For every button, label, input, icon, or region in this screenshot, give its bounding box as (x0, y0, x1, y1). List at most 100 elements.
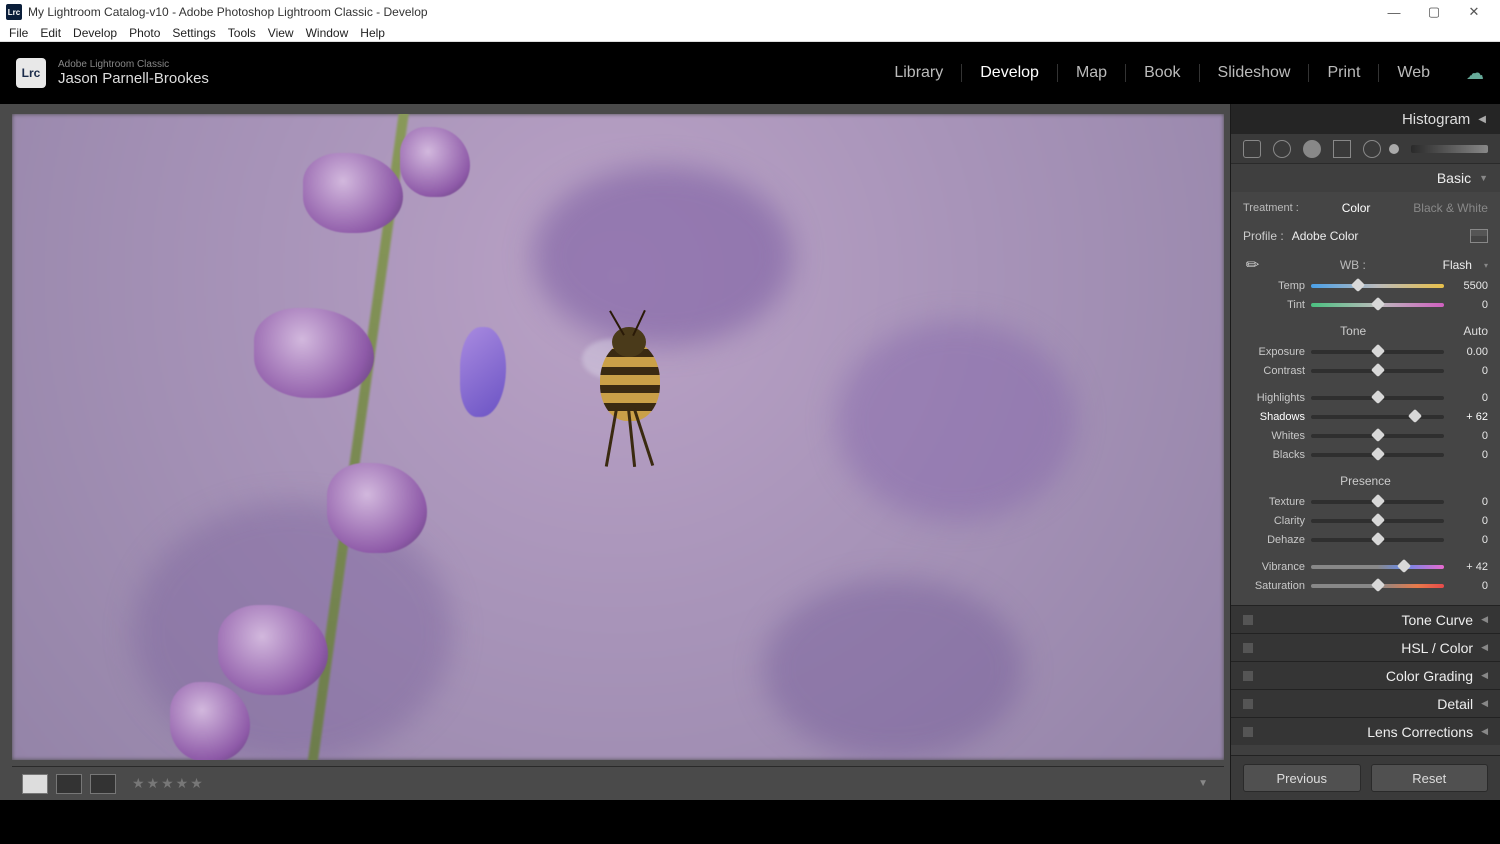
tint-slider[interactable]: Tint 0 (1243, 295, 1488, 314)
minimize-button[interactable]: — (1374, 5, 1414, 20)
treatment-label: Treatment : (1243, 202, 1299, 214)
radial-filter-tool-icon[interactable] (1363, 140, 1381, 158)
module-map[interactable]: Map (1058, 64, 1126, 82)
module-web[interactable]: Web (1379, 64, 1448, 82)
menu-tools[interactable]: Tools (223, 26, 261, 40)
window-titlebar: Lrc My Lightroom Catalog-v10 - Adobe Pho… (0, 0, 1500, 24)
canvas-area: ★★★★★ ▼ (0, 104, 1230, 800)
color-grading-label: Color Grading (1386, 668, 1473, 684)
saturation-slider[interactable]: Saturation 0 (1243, 576, 1488, 595)
survey-view-button[interactable] (90, 774, 116, 794)
exposure-value[interactable]: 0.00 (1450, 346, 1488, 358)
menu-window[interactable]: Window (301, 26, 354, 40)
graduated-filter-tool-icon[interactable] (1333, 140, 1351, 158)
chevron-left-icon: ◀ (1481, 642, 1488, 653)
crop-tool-icon[interactable] (1243, 140, 1261, 158)
rating-stars[interactable]: ★★★★★ (132, 775, 205, 792)
hsl-color-section[interactable]: HSL / Color ◀ (1231, 633, 1500, 661)
menu-file[interactable]: File (4, 26, 33, 40)
module-library[interactable]: Library (876, 64, 962, 82)
basic-section-header[interactable]: Basic ▼ (1231, 164, 1500, 192)
wb-dropdown-icon[interactable]: ▾ (1484, 261, 1488, 270)
whites-slider[interactable]: Whites 0 (1243, 426, 1488, 445)
reset-button[interactable]: Reset (1371, 764, 1489, 792)
temp-label: Temp (1243, 280, 1305, 292)
hsl-toggle-icon[interactable] (1243, 643, 1253, 653)
brush-tool-icon[interactable] (1389, 144, 1399, 154)
profile-browser-icon[interactable] (1470, 229, 1488, 243)
cloud-sync-icon[interactable]: ☁ (1466, 63, 1484, 84)
whites-value[interactable]: 0 (1450, 430, 1488, 442)
shadows-slider[interactable]: Shadows + 62 (1243, 407, 1488, 426)
basic-collapse-icon[interactable]: ▼ (1479, 173, 1488, 183)
loupe-view-button[interactable] (22, 774, 48, 794)
texture-slider[interactable]: Texture 0 (1243, 492, 1488, 511)
shadows-label: Shadows (1243, 411, 1305, 423)
vibrance-slider[interactable]: Vibrance + 42 (1243, 557, 1488, 576)
texture-value[interactable]: 0 (1450, 496, 1488, 508)
presence-heading: Presence (1243, 474, 1488, 488)
wb-eyedropper-icon[interactable]: ✎ (1239, 251, 1267, 279)
identity-plate: Jason Parnell-Brookes (58, 70, 209, 87)
mask-amount-slider[interactable] (1411, 145, 1488, 153)
saturation-value[interactable]: 0 (1450, 580, 1488, 592)
blacks-label: Blacks (1243, 449, 1305, 461)
tone-curve-label: Tone Curve (1401, 612, 1473, 628)
shadows-value[interactable]: + 62 (1450, 411, 1488, 423)
treatment-color[interactable]: Color (1342, 201, 1371, 215)
spot-removal-tool-icon[interactable] (1273, 140, 1291, 158)
menubar: File Edit Develop Photo Settings Tools V… (0, 24, 1500, 42)
color-grading-section[interactable]: Color Grading ◀ (1231, 661, 1500, 689)
blacks-value[interactable]: 0 (1450, 449, 1488, 461)
dehaze-label: Dehaze (1243, 534, 1305, 546)
lens-corrections-section[interactable]: Lens Corrections ◀ (1231, 717, 1500, 745)
exposure-slider[interactable]: Exposure 0.00 (1243, 342, 1488, 361)
detail-toggle-icon[interactable] (1243, 699, 1253, 709)
toolbar-expand-icon[interactable]: ▼ (1198, 778, 1208, 789)
temp-slider[interactable]: Temp 5500 (1243, 276, 1488, 295)
contrast-slider[interactable]: Contrast 0 (1243, 361, 1488, 380)
tone-curve-toggle-icon[interactable] (1243, 615, 1253, 625)
menu-settings[interactable]: Settings (167, 26, 220, 40)
close-button[interactable]: ✕ (1454, 4, 1494, 20)
tone-curve-section[interactable]: Tone Curve ◀ (1231, 605, 1500, 633)
module-book[interactable]: Book (1126, 64, 1199, 82)
contrast-value[interactable]: 0 (1450, 365, 1488, 377)
lens-toggle-icon[interactable] (1243, 727, 1253, 737)
profile-value[interactable]: Adobe Color (1292, 229, 1462, 243)
previous-button[interactable]: Previous (1243, 764, 1361, 792)
product-name: Adobe Lightroom Classic (58, 59, 209, 70)
menu-view[interactable]: View (263, 26, 299, 40)
detail-label: Detail (1437, 696, 1473, 712)
menu-develop[interactable]: Develop (68, 26, 122, 40)
compare-view-button[interactable] (56, 774, 82, 794)
color-grading-toggle-icon[interactable] (1243, 671, 1253, 681)
redeye-tool-icon[interactable] (1303, 140, 1321, 158)
clarity-slider[interactable]: Clarity 0 (1243, 511, 1488, 530)
histogram-header[interactable]: Histogram ◀ (1231, 104, 1500, 134)
vibrance-value[interactable]: + 42 (1450, 561, 1488, 573)
photo-preview[interactable] (12, 114, 1224, 760)
clarity-value[interactable]: 0 (1450, 515, 1488, 527)
wb-preset[interactable]: Flash (1443, 258, 1472, 272)
chevron-left-icon: ◀ (1481, 726, 1488, 737)
treatment-bw[interactable]: Black & White (1413, 201, 1488, 215)
blacks-slider[interactable]: Blacks 0 (1243, 445, 1488, 464)
highlights-value[interactable]: 0 (1450, 392, 1488, 404)
menu-help[interactable]: Help (355, 26, 390, 40)
menu-photo[interactable]: Photo (124, 26, 165, 40)
module-slideshow[interactable]: Slideshow (1200, 64, 1310, 82)
dehaze-value[interactable]: 0 (1450, 534, 1488, 546)
auto-tone-button[interactable]: Auto (1463, 324, 1488, 338)
menu-edit[interactable]: Edit (35, 26, 66, 40)
module-develop[interactable]: Develop (962, 64, 1058, 82)
collapse-icon[interactable]: ◀ (1478, 114, 1486, 125)
module-print[interactable]: Print (1309, 64, 1379, 82)
detail-section[interactable]: Detail ◀ (1231, 689, 1500, 717)
tint-value[interactable]: 0 (1450, 299, 1488, 311)
highlights-slider[interactable]: Highlights 0 (1243, 388, 1488, 407)
temp-value[interactable]: 5500 (1450, 280, 1488, 292)
dehaze-slider[interactable]: Dehaze 0 (1243, 530, 1488, 549)
maximize-button[interactable]: ▢ (1414, 4, 1454, 20)
wb-label: WB : (1271, 258, 1435, 272)
